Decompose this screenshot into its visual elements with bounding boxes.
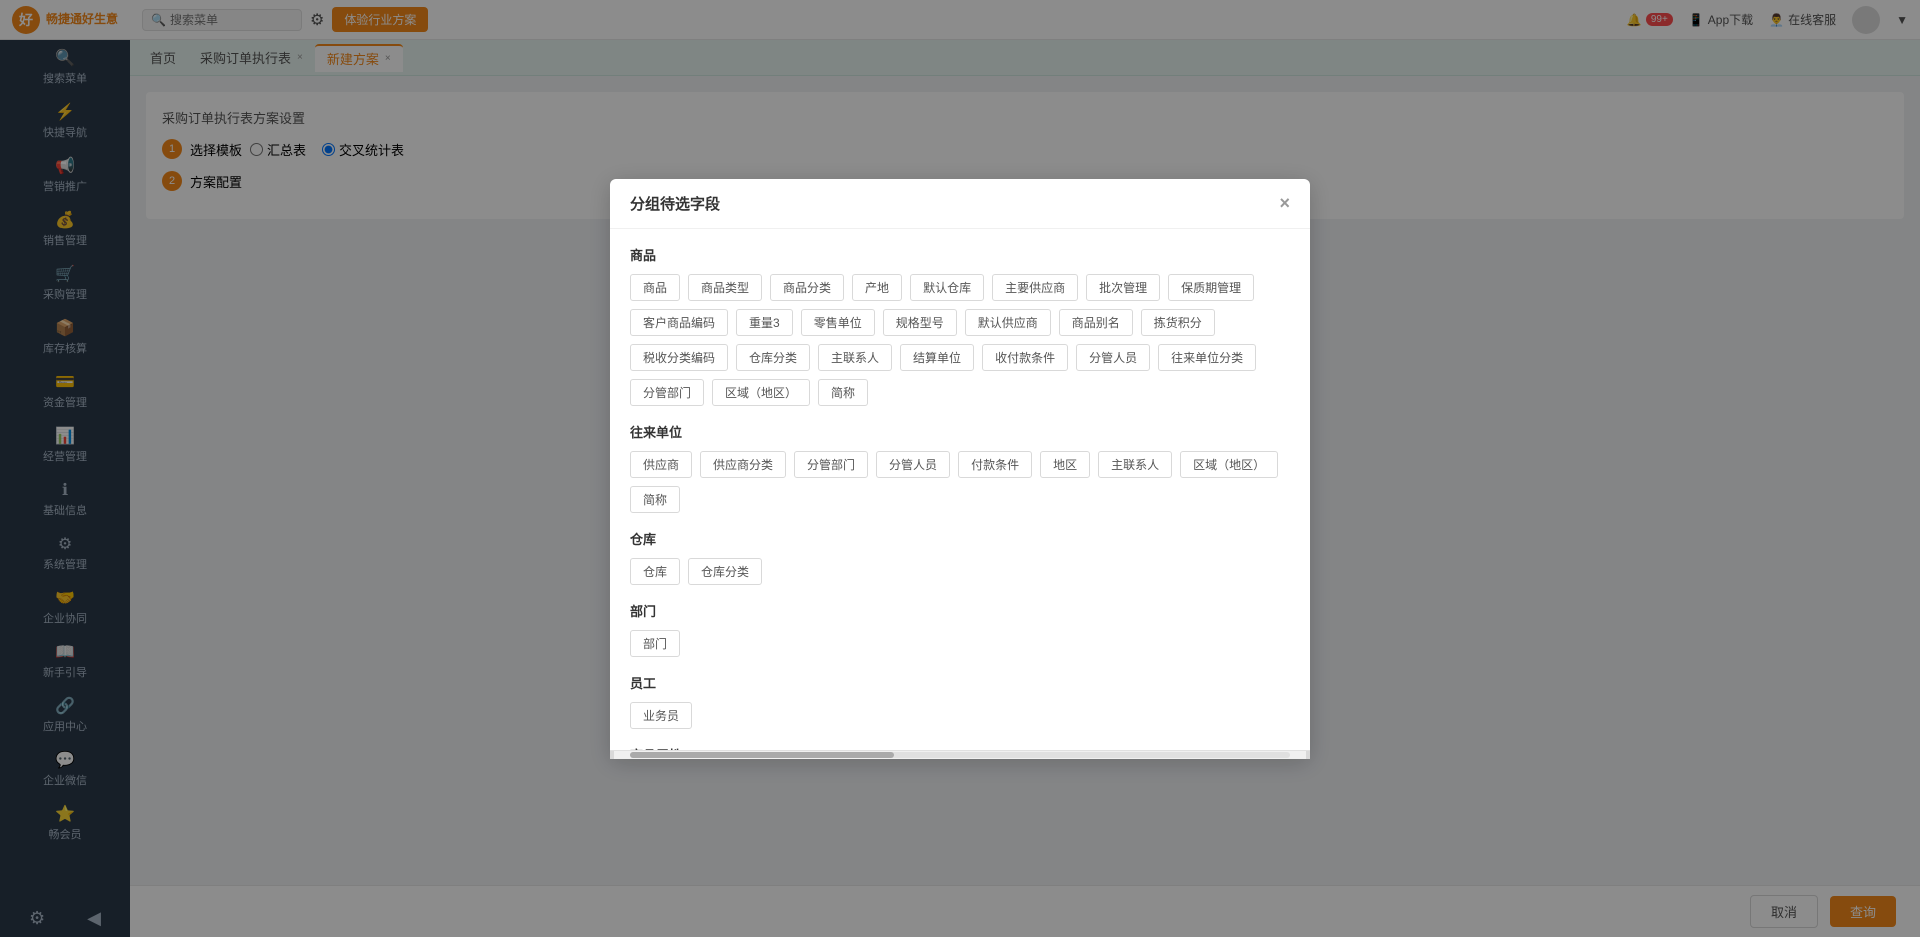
field-tag[interactable]: 区域（地区） xyxy=(712,379,810,406)
field-section-仓库: 仓库仓库仓库分类 xyxy=(630,529,1290,585)
section-title: 往来单位 xyxy=(630,422,1290,441)
field-tag[interactable]: 批次管理 xyxy=(1086,274,1160,301)
section-title: 商品 xyxy=(630,245,1290,264)
field-tag[interactable]: 默认供应商 xyxy=(965,309,1051,336)
field-tag[interactable]: 拣货积分 xyxy=(1141,309,1215,336)
modal-close-btn[interactable]: × xyxy=(1279,194,1290,212)
field-tag[interactable]: 产地 xyxy=(852,274,902,301)
modal-title: 分组待选字段 xyxy=(630,193,720,214)
field-section-员工: 员工业务员 xyxy=(630,673,1290,729)
field-tag[interactable]: 分管部门 xyxy=(630,379,704,406)
hscroll-track xyxy=(630,752,1290,758)
field-tag[interactable]: 规格型号 xyxy=(883,309,957,336)
field-tag[interactable]: 主要供应商 xyxy=(992,274,1078,301)
section-title: 仓库 xyxy=(630,529,1290,548)
field-tag[interactable]: 分管部门 xyxy=(794,451,868,478)
field-tag[interactable]: 商品分类 xyxy=(770,274,844,301)
field-tag[interactable]: 商品别名 xyxy=(1059,309,1133,336)
field-tag[interactable]: 仓库分类 xyxy=(688,558,762,585)
field-tag[interactable]: 部门 xyxy=(630,630,680,657)
field-tag[interactable]: 业务员 xyxy=(630,702,692,729)
field-tag[interactable]: 往来单位分类 xyxy=(1158,344,1256,371)
modal-body[interactable]: 商品商品商品类型商品分类产地默认仓库主要供应商批次管理保质期管理客户商品编码重量… xyxy=(610,229,1310,751)
field-tags: 业务员 xyxy=(630,702,1290,729)
field-tag[interactable]: 区域（地区） xyxy=(1180,451,1278,478)
field-tag[interactable]: 客户商品编码 xyxy=(630,309,728,336)
field-tag[interactable]: 重量3 xyxy=(736,309,793,336)
field-tag[interactable]: 零售单位 xyxy=(801,309,875,336)
section-title: 员工 xyxy=(630,673,1290,692)
field-tag[interactable]: 商品 xyxy=(630,274,680,301)
field-tag[interactable]: 税收分类编码 xyxy=(630,344,728,371)
field-tag[interactable]: 分管人员 xyxy=(876,451,950,478)
field-tag[interactable]: 仓库分类 xyxy=(736,344,810,371)
field-tag[interactable]: 分管人员 xyxy=(1076,344,1150,371)
field-tag[interactable]: 收付款条件 xyxy=(982,344,1068,371)
field-tag[interactable]: 地区 xyxy=(1040,451,1090,478)
field-tags: 商品商品类型商品分类产地默认仓库主要供应商批次管理保质期管理客户商品编码重量3 零… xyxy=(630,274,1290,406)
field-tag[interactable]: 供应商 xyxy=(630,451,692,478)
field-section-往来单位: 往来单位供应商供应商分类分管部门分管人员付款条件地区主联系人区域（地区） 简称 xyxy=(630,422,1290,513)
field-tag[interactable]: 主联系人 xyxy=(818,344,892,371)
field-section-部门: 部门部门 xyxy=(630,601,1290,657)
modal-header: 分组待选字段 × xyxy=(610,179,1310,229)
field-tag[interactable]: 保质期管理 xyxy=(1168,274,1254,301)
field-tags: 部门 xyxy=(630,630,1290,657)
modal: 分组待选字段 × 商品商品商品类型商品分类产地默认仓库主要供应商批次管理保质期管… xyxy=(610,179,1310,759)
field-tag[interactable]: 付款条件 xyxy=(958,451,1032,478)
field-tag[interactable]: 主联系人 xyxy=(1098,451,1172,478)
field-tags: 供应商供应商分类分管部门分管人员付款条件地区主联系人区域（地区） 简称 xyxy=(630,451,1290,513)
field-tag[interactable]: 供应商分类 xyxy=(700,451,786,478)
field-tag[interactable]: 商品类型 xyxy=(688,274,762,301)
field-tag[interactable]: 简称 xyxy=(818,379,868,406)
modal-hscroll[interactable] xyxy=(610,750,1310,758)
field-tags: 仓库仓库分类 xyxy=(630,558,1290,585)
section-title: 部门 xyxy=(630,601,1290,620)
overlay: 分组待选字段 × 商品商品商品类型商品分类产地默认仓库主要供应商批次管理保质期管… xyxy=(0,0,1920,937)
field-section-商品: 商品商品商品类型商品分类产地默认仓库主要供应商批次管理保质期管理客户商品编码重量… xyxy=(630,245,1290,406)
field-tag[interactable]: 简称 xyxy=(630,486,680,513)
field-tag[interactable]: 默认仓库 xyxy=(910,274,984,301)
field-tag[interactable]: 仓库 xyxy=(630,558,680,585)
field-tag[interactable]: 结算单位 xyxy=(900,344,974,371)
